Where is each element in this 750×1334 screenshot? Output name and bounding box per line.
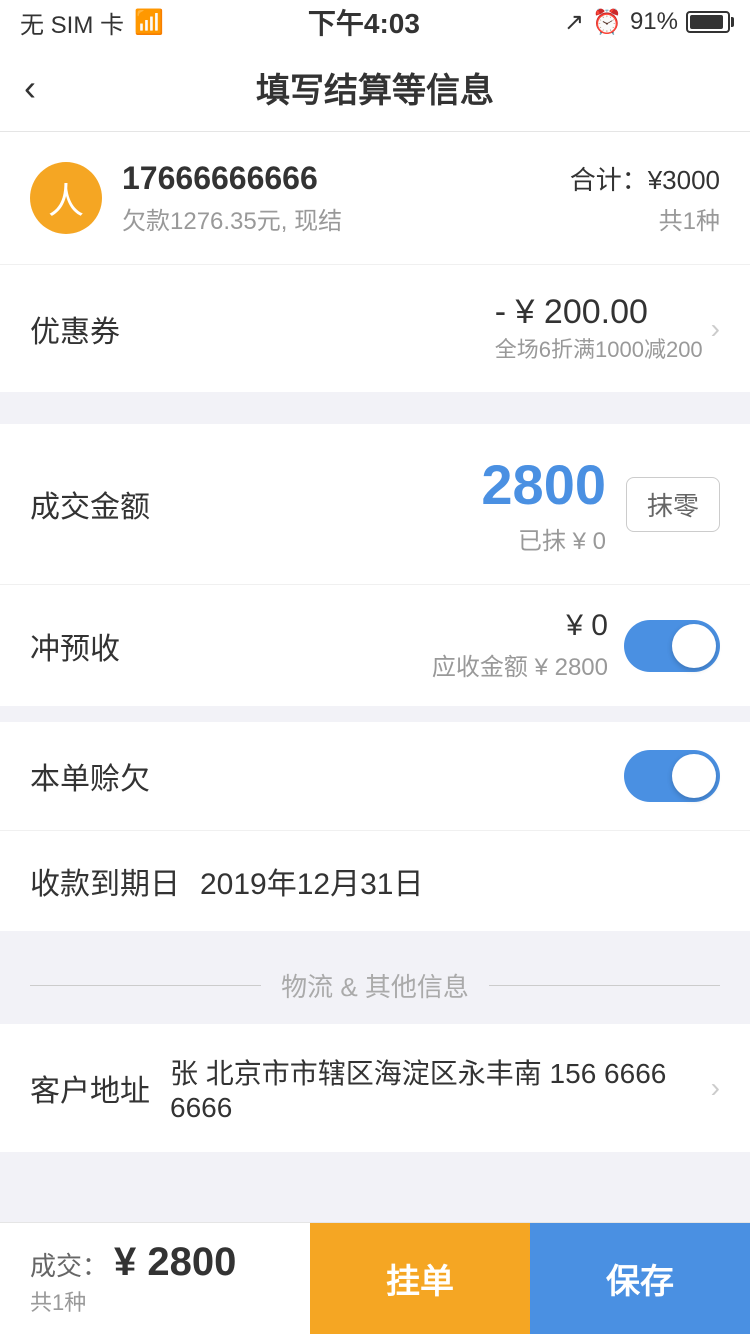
coupon-desc: 全场6折满1000减200 <box>495 332 703 364</box>
prepay-row: 冲预收 ¥ 0 应收金额 ¥ 2800 <box>0 584 750 706</box>
transaction-amount: 2800 <box>481 452 606 517</box>
logistics-label: 物流 & 其他信息 <box>281 967 469 1004</box>
divider-line-left <box>30 985 261 986</box>
prepay-sub: 应收金额 ¥ 2800 <box>432 647 608 682</box>
customer-row: 人 17666666666 欠款1276.35元, 现结 合计：¥3000 共1… <box>0 132 750 264</box>
coupon-amount: - ¥ 200.00 <box>495 293 703 332</box>
back-button[interactable]: ‹ <box>24 67 36 109</box>
address-value: 张 北京市市辖区海淀区永丰南 156 6666 6666 <box>170 1052 691 1124</box>
avatar: 人 <box>30 162 102 234</box>
prepay-value: ¥ 0 <box>432 609 608 643</box>
summary-label: 成交： <box>30 1246 108 1283</box>
divider-line-right <box>489 985 720 986</box>
customer-card: 人 17666666666 欠款1276.35元, 现结 合计：¥3000 共1… <box>0 132 750 392</box>
battery-percent: 91% <box>630 8 678 36</box>
coupon-right: - ¥ 200.00 全场6折满1000减200 › <box>495 293 720 364</box>
prepay-label: 冲预收 <box>30 624 120 668</box>
due-date-row: 收款到期日 2019年12月31日 <box>0 830 750 931</box>
address-section: 客户地址 张 北京市市辖区海淀区永丰南 156 6666 6666 › <box>0 1024 750 1152</box>
prepay-right: ¥ 0 应收金额 ¥ 2800 <box>432 609 720 682</box>
summary-amount: ¥ 2800 <box>114 1240 236 1285</box>
debt-toggle[interactable] <box>624 750 720 802</box>
debt-section: 本单赊欠 收款到期日 2019年12月31日 <box>0 722 750 931</box>
customer-phone: 17666666666 <box>122 160 342 197</box>
prepay-toggle[interactable] <box>624 620 720 672</box>
status-left: 无 SIM 卡 📶 <box>20 5 164 40</box>
battery-icon <box>686 11 730 33</box>
location-icon: ↗ <box>564 8 584 37</box>
logistics-divider: 物流 & 其他信息 <box>0 947 750 1024</box>
bottom-summary: 成交： ¥ 2800 共1种 <box>0 1240 310 1317</box>
status-right: ↗ ⏰ 91% <box>564 8 730 37</box>
address-label: 客户地址 <box>30 1066 150 1110</box>
chevron-right-icon: › <box>711 313 720 345</box>
alarm-icon: ⏰ <box>592 8 622 37</box>
section-gap-2 <box>0 706 750 722</box>
coupon-label: 优惠券 <box>30 307 120 351</box>
section-gap-1 <box>0 408 750 424</box>
status-bar: 无 SIM 卡 📶 下午4:03 ↗ ⏰ 91% <box>0 0 750 44</box>
summary-count: 共1种 <box>30 1285 280 1317</box>
wifi-icon: 📶 <box>134 8 164 37</box>
debt-toggle-knob <box>672 754 716 798</box>
page-title: 填写结算等信息 <box>256 63 494 112</box>
transaction-amount-sub: 已抹 ¥ 0 <box>481 521 606 556</box>
transaction-right: 2800 已抹 ¥ 0 抹零 <box>481 452 720 556</box>
address-row[interactable]: 客户地址 张 北京市市辖区海淀区永丰南 156 6666 6666 › <box>0 1024 750 1152</box>
nav-bar: ‹ 填写结算等信息 <box>0 44 750 132</box>
customer-right: 合计：¥3000 共1种 <box>570 160 720 236</box>
due-date-label: 收款到期日 <box>30 859 180 903</box>
no-sim-text: 无 SIM 卡 <box>20 5 124 40</box>
round-button[interactable]: 抹零 <box>626 477 720 532</box>
bottom-bar: 成交： ¥ 2800 共1种 挂单 保存 <box>0 1222 750 1334</box>
debt-row: 本单赊欠 <box>0 722 750 830</box>
prepay-amount: ¥ 0 应收金额 ¥ 2800 <box>432 609 608 682</box>
total-label: 合计：¥3000 <box>570 160 720 197</box>
debt-label: 本单赊欠 <box>30 754 150 798</box>
coupon-row[interactable]: 优惠券 - ¥ 200.00 全场6折满1000减200 › <box>0 264 750 392</box>
customer-sub-text: 欠款1276.35元, 现结 <box>122 201 342 236</box>
address-chevron-icon: › <box>711 1072 720 1104</box>
due-date-value: 2019年12月31日 <box>200 859 423 903</box>
save-button[interactable]: 保存 <box>530 1223 750 1334</box>
total-count: 共1种 <box>570 201 720 236</box>
toggle-knob <box>672 624 716 668</box>
transaction-section: 成交金额 2800 已抹 ¥ 0 抹零 冲预收 ¥ 0 应收金额 ¥ 2800 <box>0 424 750 706</box>
customer-left: 人 17666666666 欠款1276.35元, 现结 <box>30 160 342 236</box>
content-area: 人 17666666666 欠款1276.35元, 现结 合计：¥3000 共1… <box>0 132 750 1288</box>
status-time: 下午4:03 <box>308 2 420 42</box>
transaction-label: 成交金额 <box>30 482 150 526</box>
hold-button[interactable]: 挂单 <box>310 1223 530 1334</box>
transaction-row: 成交金额 2800 已抹 ¥ 0 抹零 <box>0 424 750 584</box>
customer-info: 17666666666 欠款1276.35元, 现结 <box>122 160 342 236</box>
